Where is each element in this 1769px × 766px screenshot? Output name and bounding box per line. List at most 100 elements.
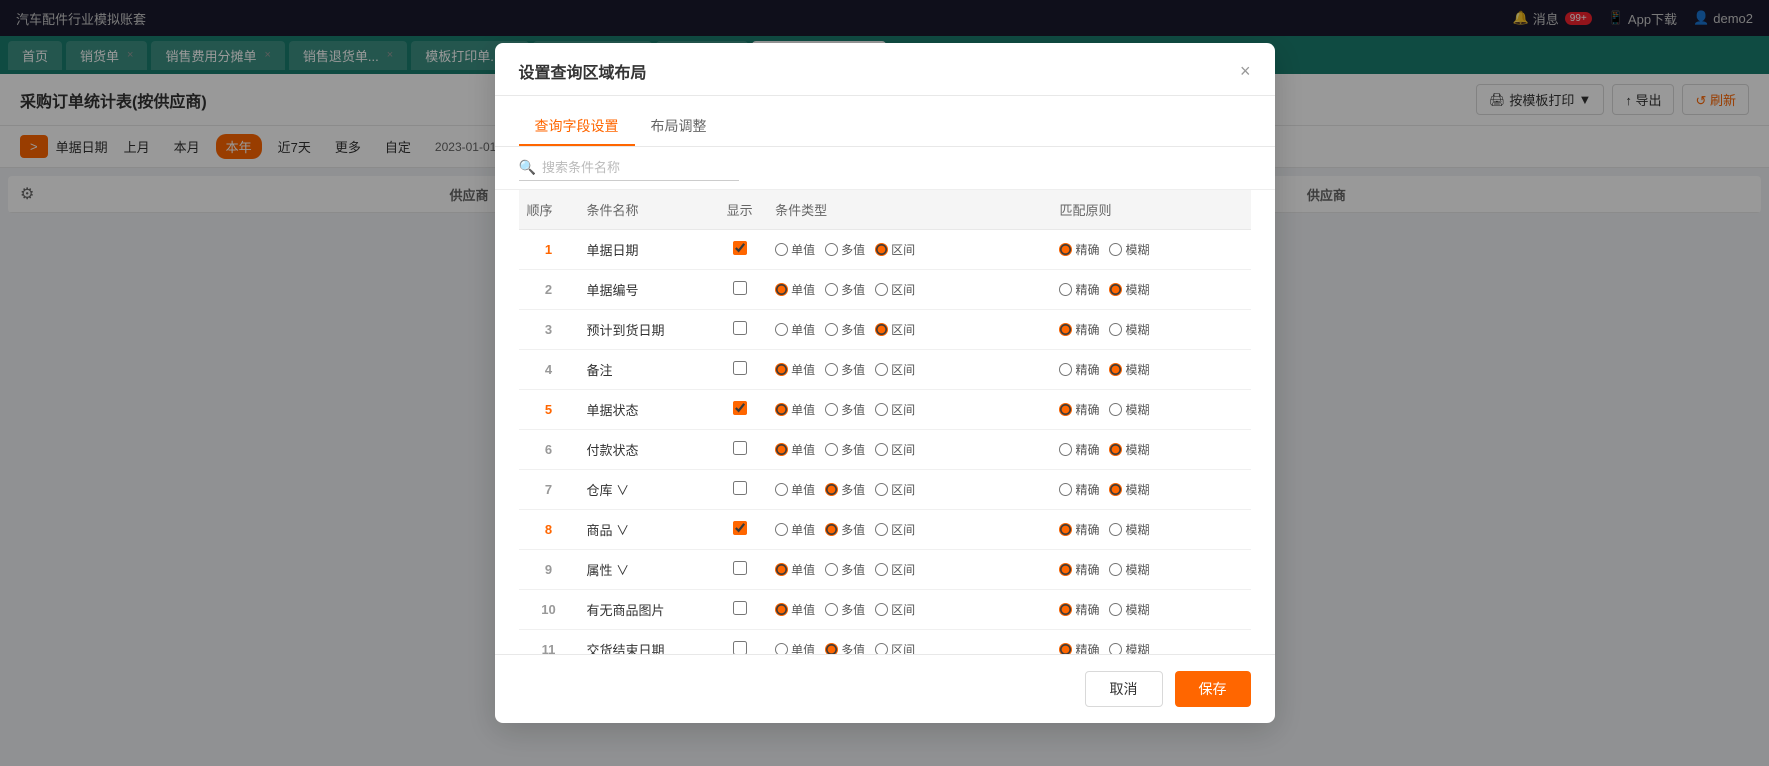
row-type-multi-label[interactable]: 多值: [825, 401, 865, 418]
modal-tab-layout-adjust[interactable]: 布局调整: [635, 108, 723, 146]
row-type-multi-radio[interactable]: [825, 603, 838, 616]
row-type-single-label[interactable]: 单值: [775, 641, 815, 654]
row-type-multi-radio[interactable]: [825, 563, 838, 576]
row-match-exact-label[interactable]: 精确: [1059, 561, 1099, 578]
row-show-checkbox[interactable]: [733, 281, 747, 295]
row-type-single-label[interactable]: 单值: [775, 241, 815, 258]
row-match-fuzzy-label[interactable]: 模糊: [1109, 281, 1149, 298]
row-show-checkbox[interactable]: [733, 481, 747, 495]
row-match-fuzzy-label[interactable]: 模糊: [1109, 641, 1149, 654]
row-type-range-radio[interactable]: [875, 243, 888, 256]
row-type-range-radio[interactable]: [875, 283, 888, 296]
row-match-fuzzy-radio[interactable]: [1109, 483, 1122, 496]
row-match-fuzzy-radio[interactable]: [1109, 323, 1122, 336]
cancel-button[interactable]: 取消: [1085, 671, 1163, 707]
row-type-single-radio[interactable]: [775, 643, 788, 654]
row-match-exact-label[interactable]: 精确: [1059, 601, 1099, 618]
row-type-single-radio[interactable]: [775, 563, 788, 576]
row-type-multi-radio[interactable]: [825, 243, 838, 256]
row-match-fuzzy-label[interactable]: 模糊: [1109, 361, 1149, 378]
row-show-checkbox[interactable]: [733, 321, 747, 335]
row-match-fuzzy-radio[interactable]: [1109, 563, 1122, 576]
row-show-checkbox[interactable]: [733, 641, 747, 654]
row-match-exact-label[interactable]: 精确: [1059, 281, 1099, 298]
row-match-exact-label[interactable]: 精确: [1059, 321, 1099, 338]
row-show-checkbox[interactable]: [733, 241, 747, 255]
row-type-range-label[interactable]: 区间: [875, 321, 915, 338]
row-match-exact-radio[interactable]: [1059, 443, 1072, 456]
row-show-checkbox[interactable]: [733, 441, 747, 455]
row-match-fuzzy-radio[interactable]: [1109, 403, 1122, 416]
row-type-single-label[interactable]: 单值: [775, 601, 815, 618]
row-type-single-radio[interactable]: [775, 283, 788, 296]
row-type-single-label[interactable]: 单值: [775, 481, 815, 498]
row-match-fuzzy-radio[interactable]: [1109, 243, 1122, 256]
row-type-single-label[interactable]: 单值: [775, 321, 815, 338]
row-type-single-label[interactable]: 单值: [775, 361, 815, 378]
row-match-exact-radio[interactable]: [1059, 603, 1072, 616]
modal-tab-query-fields[interactable]: 查询字段设置: [519, 108, 635, 146]
modal-overlay[interactable]: 设置查询区域布局 × 查询字段设置 布局调整 🔍 顺序 条件名称: [0, 0, 1769, 766]
row-type-range-label[interactable]: 区间: [875, 401, 915, 418]
row-type-range-label[interactable]: 区间: [875, 281, 915, 298]
row-match-exact-radio[interactable]: [1059, 243, 1072, 256]
row-show-checkbox[interactable]: [733, 561, 747, 575]
row-type-range-label[interactable]: 区间: [875, 641, 915, 654]
row-type-single-radio[interactable]: [775, 363, 788, 376]
row-type-multi-radio[interactable]: [825, 323, 838, 336]
row-match-fuzzy-label[interactable]: 模糊: [1109, 241, 1149, 258]
row-type-multi-radio[interactable]: [825, 363, 838, 376]
row-type-range-label[interactable]: 区间: [875, 561, 915, 578]
row-type-range-radio[interactable]: [875, 643, 888, 654]
row-type-multi-radio[interactable]: [825, 443, 838, 456]
row-type-multi-label[interactable]: 多值: [825, 361, 865, 378]
row-type-range-radio[interactable]: [875, 323, 888, 336]
row-show-checkbox[interactable]: [733, 361, 747, 375]
row-match-exact-radio[interactable]: [1059, 643, 1072, 654]
save-button[interactable]: 保存: [1175, 671, 1251, 707]
row-type-single-label[interactable]: 单值: [775, 561, 815, 578]
row-match-fuzzy-radio[interactable]: [1109, 363, 1122, 376]
row-match-fuzzy-label[interactable]: 模糊: [1109, 321, 1149, 338]
row-match-exact-label[interactable]: 精确: [1059, 241, 1099, 258]
row-type-range-radio[interactable]: [875, 483, 888, 496]
row-match-exact-label[interactable]: 精确: [1059, 441, 1099, 458]
row-match-fuzzy-label[interactable]: 模糊: [1109, 561, 1149, 578]
row-type-multi-label[interactable]: 多值: [825, 521, 865, 538]
row-type-single-radio[interactable]: [775, 403, 788, 416]
row-type-range-label[interactable]: 区间: [875, 441, 915, 458]
search-input[interactable]: [542, 160, 739, 175]
row-type-range-radio[interactable]: [875, 363, 888, 376]
row-match-exact-radio[interactable]: [1059, 523, 1072, 536]
row-type-multi-label[interactable]: 多值: [825, 321, 865, 338]
row-type-multi-label[interactable]: 多值: [825, 241, 865, 258]
row-match-exact-label[interactable]: 精确: [1059, 361, 1099, 378]
row-type-single-label[interactable]: 单值: [775, 401, 815, 418]
row-type-range-radio[interactable]: [875, 563, 888, 576]
row-type-multi-label[interactable]: 多值: [825, 281, 865, 298]
row-type-multi-label[interactable]: 多值: [825, 441, 865, 458]
row-type-multi-radio[interactable]: [825, 283, 838, 296]
row-match-exact-label[interactable]: 精确: [1059, 641, 1099, 654]
row-type-range-radio[interactable]: [875, 523, 888, 536]
modal-close-button[interactable]: ×: [1240, 62, 1251, 80]
row-match-fuzzy-radio[interactable]: [1109, 603, 1122, 616]
row-match-fuzzy-radio[interactable]: [1109, 283, 1122, 296]
row-match-exact-radio[interactable]: [1059, 283, 1072, 296]
row-type-single-radio[interactable]: [775, 323, 788, 336]
row-match-fuzzy-label[interactable]: 模糊: [1109, 401, 1149, 418]
row-type-range-radio[interactable]: [875, 403, 888, 416]
row-match-fuzzy-radio[interactable]: [1109, 523, 1122, 536]
row-match-exact-radio[interactable]: [1059, 483, 1072, 496]
row-type-multi-radio[interactable]: [825, 643, 838, 654]
row-match-exact-radio[interactable]: [1059, 403, 1072, 416]
row-show-checkbox[interactable]: [733, 601, 747, 615]
row-type-single-label[interactable]: 单值: [775, 521, 815, 538]
row-type-range-label[interactable]: 区间: [875, 361, 915, 378]
row-type-single-label[interactable]: 单值: [775, 281, 815, 298]
row-type-range-label[interactable]: 区间: [875, 241, 915, 258]
row-match-fuzzy-label[interactable]: 模糊: [1109, 441, 1149, 458]
row-type-single-radio[interactable]: [775, 523, 788, 536]
row-type-single-label[interactable]: 单值: [775, 441, 815, 458]
row-match-exact-label[interactable]: 精确: [1059, 481, 1099, 498]
